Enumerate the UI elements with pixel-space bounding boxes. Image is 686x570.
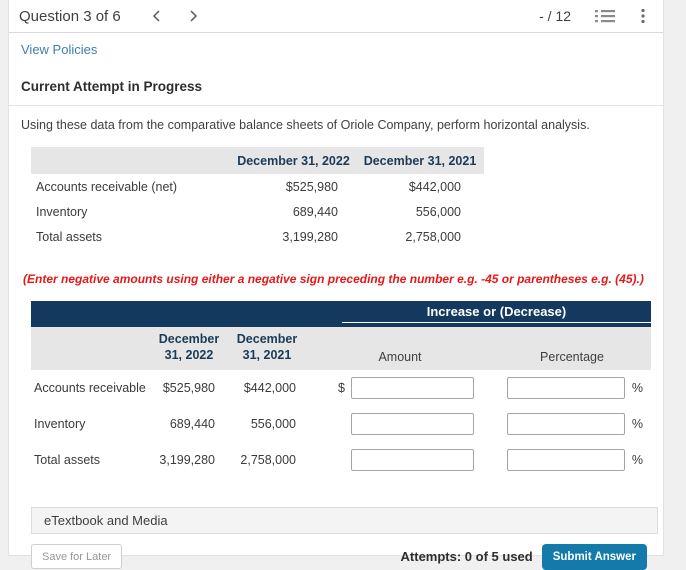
- row-label: Inventory: [36, 204, 88, 219]
- next-question-button[interactable]: [187, 7, 201, 25]
- percentage-input-total-assets[interactable]: [506, 448, 625, 471]
- percent-sign-label: %: [631, 416, 643, 431]
- value-2021: 556,000: [415, 204, 461, 219]
- submit-answer-button[interactable]: Submit Answer: [541, 543, 647, 570]
- data-col-header-2022: December 31, 2022: [237, 153, 350, 168]
- amount-input-accounts-receivable[interactable]: [351, 376, 474, 399]
- etextbook-and-media-accordion[interactable]: eTextbook and Media: [31, 506, 658, 534]
- question-list-icon: [595, 10, 615, 23]
- data-col-header-2021: December 31, 2021: [363, 153, 477, 168]
- question-list-button[interactable]: [593, 6, 617, 26]
- question-prompt: Using these data from the comparative ba…: [21, 118, 590, 132]
- increase-decrease-header: Increase or (Decrease): [342, 304, 651, 323]
- question-footer: Save for Later Attempts: 0 of 5 used Sub…: [31, 543, 647, 570]
- view-policies-link[interactable]: View Policies: [21, 42, 97, 57]
- etextbook-label: eTextbook and Media: [44, 512, 168, 528]
- value-2022: 689,440: [292, 204, 338, 219]
- value-2022: 689,440: [169, 416, 215, 431]
- value-2021: $442,000: [408, 179, 461, 194]
- save-for-later-button[interactable]: Save for Later: [31, 544, 123, 569]
- negative-amount-instruction: (Enter negative amounts using either a n…: [23, 272, 644, 286]
- chevron-left-icon: [152, 10, 160, 22]
- value-2022: 3,199,280: [159, 452, 215, 467]
- question-counter: Question 3 of 6: [19, 7, 121, 25]
- chevron-right-icon: [190, 10, 197, 22]
- amount-input-inventory[interactable]: [351, 412, 474, 435]
- table-row: Accounts receivable $525,980 $442,000 $ …: [31, 370, 651, 406]
- answer-table-group-header: Increase or (Decrease): [31, 301, 651, 327]
- table-row: Total assets 3,199,280 2,758,000: [31, 224, 484, 249]
- value-2022: $525,980: [285, 179, 338, 194]
- row-label: Total assets: [34, 452, 101, 467]
- row-label: Inventory: [34, 416, 86, 431]
- value-2022: $525,980: [162, 380, 215, 395]
- amount-input-total-assets[interactable]: [351, 448, 474, 471]
- table-row: Total assets 3,199,280 2,758,000 %: [31, 442, 651, 478]
- table-row: Inventory 689,440 556,000 %: [31, 406, 651, 442]
- balance-sheet-data-table: December 31, 2022 December 31, 2021 Acco…: [31, 147, 484, 249]
- dollar-sign-label: $: [338, 380, 345, 395]
- question-card: Question 3 of 6 - / 12 View Policies Cur…: [8, 0, 664, 570]
- horizontal-analysis-answer-table: Increase or (Decrease) December 31, 2022…: [31, 301, 651, 478]
- table-row: Inventory 689,440 556,000: [31, 199, 484, 224]
- percent-sign-label: %: [631, 380, 643, 395]
- row-label: Total assets: [36, 229, 103, 244]
- percent-sign-label: %: [631, 452, 643, 467]
- row-label: Accounts receivable (net): [36, 179, 178, 194]
- data-table-header-row: December 31, 2022 December 31, 2021: [31, 147, 484, 174]
- attempts-counter: Attempts: 0 of 5 used: [400, 549, 533, 564]
- value-2022: 3,199,280: [282, 229, 338, 244]
- answer-table-column-headers: December 31, 2022 December 31, 2021 Amou…: [31, 327, 651, 370]
- question-score: - / 12: [539, 8, 571, 24]
- section-divider: [9, 105, 663, 106]
- percentage-input-inventory[interactable]: [506, 412, 625, 435]
- value-2021: 2,758,000: [240, 452, 296, 467]
- answer-col-header-amount: Amount: [378, 349, 422, 364]
- percentage-input-accounts-receivable[interactable]: [506, 376, 625, 399]
- more-options-button[interactable]: [639, 6, 647, 26]
- value-2021: 2,758,000: [405, 229, 461, 244]
- value-2021: $442,000: [243, 380, 296, 395]
- answer-col-header-2022: December 31, 2022: [158, 332, 220, 363]
- kebab-menu-icon: [641, 8, 645, 24]
- attempt-status-heading: Current Attempt in Progress: [21, 79, 203, 94]
- table-row: Accounts receivable (net) $525,980 $442,…: [31, 174, 484, 199]
- answer-col-header-2021: December 31, 2021: [236, 332, 298, 363]
- answer-col-header-percentage: Percentage: [540, 349, 604, 364]
- value-2021: 556,000: [250, 416, 296, 431]
- row-label: Accounts receivable: [34, 380, 146, 395]
- previous-question-button[interactable]: [149, 7, 163, 25]
- question-header-bar: Question 3 of 6 - / 12: [9, 0, 663, 33]
